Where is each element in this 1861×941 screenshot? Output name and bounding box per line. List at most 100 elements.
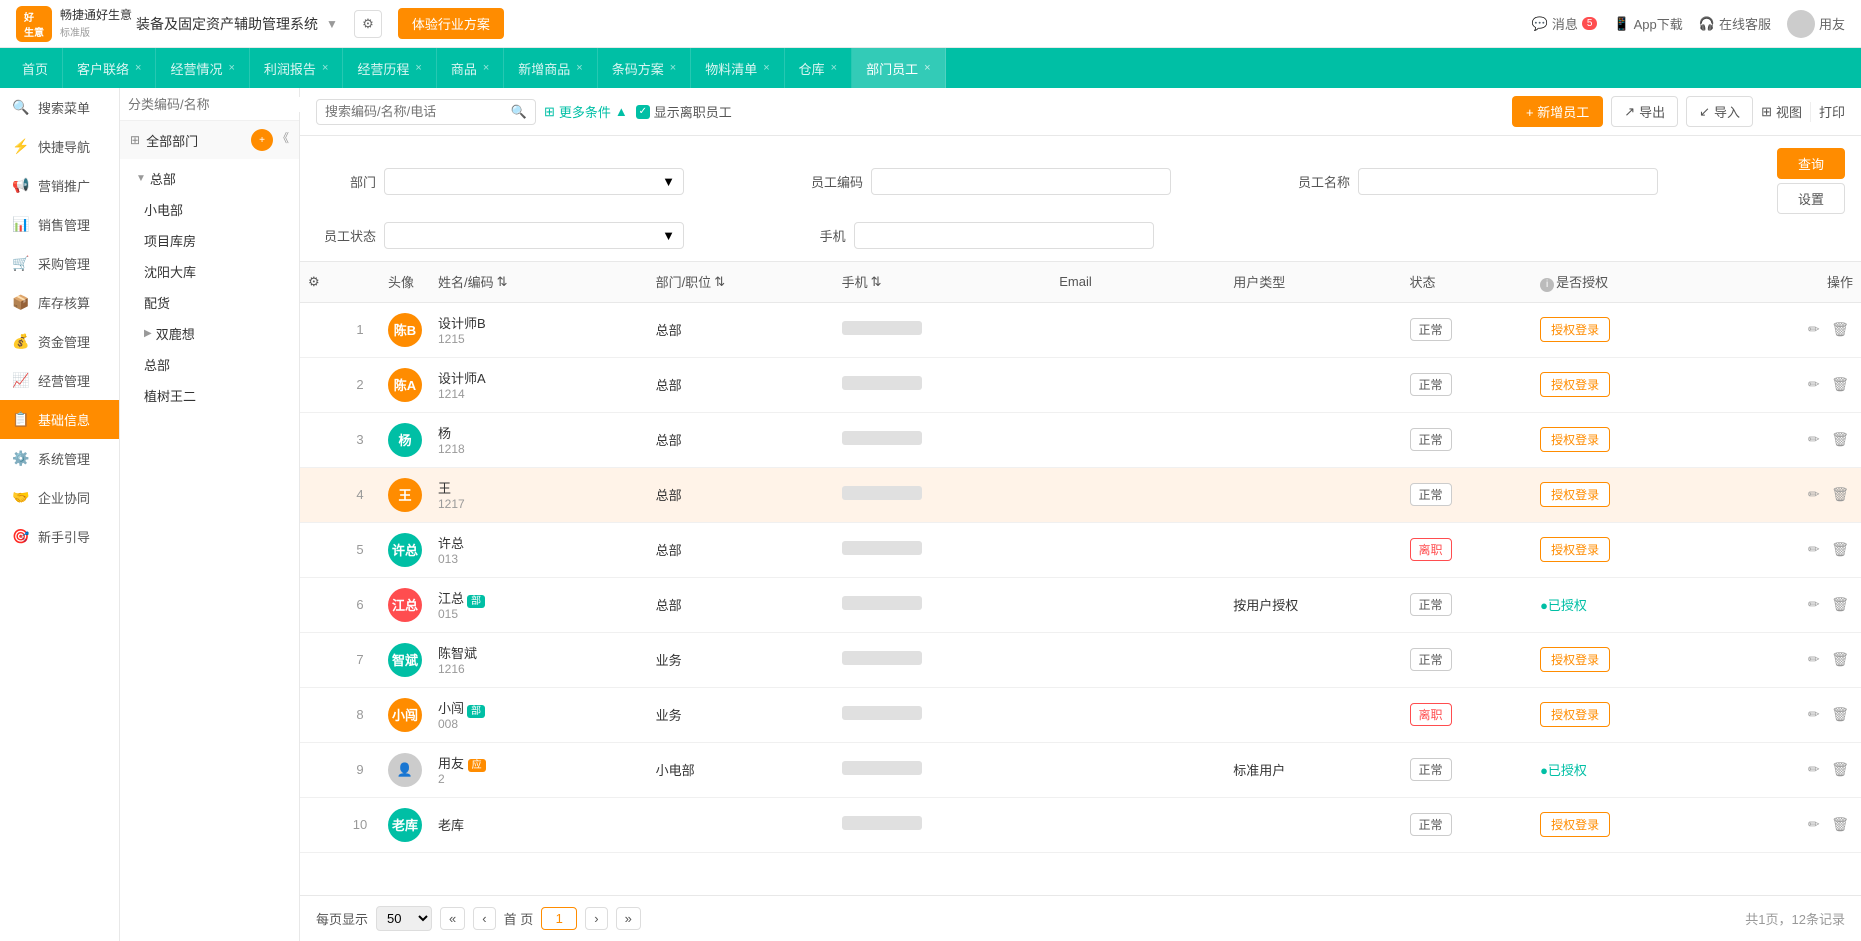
authorize-button[interactable]: 授权登录	[1540, 372, 1610, 397]
sort-icon[interactable]: ⇅	[497, 274, 508, 290]
first-page-btn[interactable]: «	[440, 907, 465, 930]
sort-icon[interactable]: ⇅	[871, 274, 882, 290]
close-icon[interactable]: ×	[135, 62, 141, 74]
authorize-button[interactable]: 授权登录	[1540, 482, 1610, 507]
close-icon[interactable]: ×	[670, 62, 676, 74]
dept-node-project[interactable]: 项目库房	[120, 225, 299, 256]
sidebar-item-marketing[interactable]: 📢 营销推广	[0, 166, 119, 205]
close-icon[interactable]: ×	[763, 62, 769, 74]
sidebar-item-system[interactable]: ⚙️ 系统管理	[0, 439, 119, 478]
close-icon[interactable]: ×	[831, 62, 837, 74]
delete-button[interactable]: 🗑	[1827, 539, 1853, 560]
last-page-btn[interactable]: »	[616, 907, 641, 930]
edit-button[interactable]: ✏	[1804, 814, 1824, 835]
dept-node-hq[interactable]: 总部	[120, 349, 299, 380]
sidebar-item-basic[interactable]: 📋 基础信息	[0, 400, 119, 439]
emp-name-input[interactable]	[1358, 168, 1658, 195]
edit-button[interactable]: ✏	[1804, 704, 1824, 725]
view-button[interactable]: ⊞ 视图	[1761, 102, 1802, 121]
more-conditions-btn[interactable]: ⊞ 更多条件 ▲	[544, 102, 628, 121]
print-button[interactable]: 打印	[1819, 102, 1845, 121]
delete-button[interactable]: 🗑	[1827, 319, 1853, 340]
dept-node-electronics[interactable]: 小电部	[120, 194, 299, 225]
tab-dept-staff[interactable]: 部门员工 ×	[852, 48, 945, 88]
sidebar-item-sales[interactable]: 📊 销售管理	[0, 205, 119, 244]
tab-warehouse[interactable]: 仓库 ×	[785, 48, 852, 88]
current-page-input[interactable]	[541, 907, 577, 930]
delete-button[interactable]: 🗑	[1827, 594, 1853, 615]
sidebar-item-guide[interactable]: 🎯 新手引导	[0, 517, 119, 556]
close-icon[interactable]: ×	[228, 62, 234, 74]
system-dropdown-arrow[interactable]: ▼	[326, 17, 338, 31]
app-download-item[interactable]: 📱 App下载	[1613, 14, 1682, 33]
phone-input[interactable]	[854, 222, 1154, 249]
setting-button[interactable]: 设置	[1777, 183, 1845, 214]
dept-filter-select[interactable]: ▼	[384, 168, 684, 195]
authorize-button[interactable]: 授权登录	[1540, 702, 1610, 727]
edit-button[interactable]: ✏	[1804, 374, 1824, 395]
trial-button[interactable]: 体验行业方案	[398, 8, 504, 39]
add-employee-button[interactable]: + 新增员工	[1512, 96, 1603, 127]
dept-search-input[interactable]	[128, 97, 304, 112]
close-icon[interactable]: ×	[924, 62, 930, 74]
authorize-button[interactable]: 授权登录	[1540, 647, 1610, 672]
edit-button[interactable]: ✏	[1804, 539, 1824, 560]
dept-node-distribution[interactable]: 配货	[120, 287, 299, 318]
dept-collapse-btn[interactable]: 《	[277, 129, 289, 151]
dept-node-zhishu[interactable]: 植树王二	[120, 380, 299, 411]
close-icon[interactable]: ×	[322, 62, 328, 74]
edit-button[interactable]: ✏	[1804, 759, 1824, 780]
close-icon[interactable]: ×	[576, 62, 582, 74]
search-input[interactable]	[325, 104, 511, 119]
emp-status-select[interactable]: ▼	[384, 222, 684, 249]
delete-button[interactable]: 🗑	[1827, 484, 1853, 505]
settings-gear-icon[interactable]: ⚙	[308, 274, 320, 289]
delete-button[interactable]: 🗑	[1827, 759, 1853, 780]
close-icon[interactable]: ×	[483, 62, 489, 74]
close-icon[interactable]: ×	[415, 62, 421, 74]
dept-node-headquarter-parent[interactable]: ▼ 总部	[120, 163, 299, 194]
per-page-select[interactable]: 50 20 100	[376, 906, 432, 931]
delete-button[interactable]: 🗑	[1827, 704, 1853, 725]
tab-profit[interactable]: 利润报告 ×	[250, 48, 343, 88]
authorize-button[interactable]: 授权登录	[1540, 427, 1610, 452]
online-service-item[interactable]: 🎧 在线客服	[1699, 14, 1771, 33]
dept-node-shenyang[interactable]: 沈阳大库	[120, 256, 299, 287]
delete-button[interactable]: 🗑	[1827, 649, 1853, 670]
tab-journey[interactable]: 经营历程 ×	[343, 48, 436, 88]
emp-code-input[interactable]	[871, 168, 1171, 195]
edit-button[interactable]: ✏	[1804, 319, 1824, 340]
delete-button[interactable]: 🗑	[1827, 814, 1853, 835]
tab-add-goods[interactable]: 新增商品 ×	[504, 48, 597, 88]
info-icon[interactable]: i	[1540, 278, 1554, 292]
export-button[interactable]: ↗ 导出	[1611, 96, 1678, 127]
edit-button[interactable]: ✏	[1804, 594, 1824, 615]
tab-barcode[interactable]: 条码方案 ×	[598, 48, 691, 88]
tab-material[interactable]: 物料清单 ×	[691, 48, 784, 88]
sort-icon[interactable]: ⇅	[714, 274, 725, 290]
sidebar-item-inventory[interactable]: 📦 库存核算	[0, 283, 119, 322]
tab-operations[interactable]: 经营情况 ×	[156, 48, 249, 88]
edit-button[interactable]: ✏	[1804, 649, 1824, 670]
edit-button[interactable]: ✏	[1804, 429, 1824, 450]
query-button[interactable]: 查询	[1777, 148, 1845, 179]
search-icon[interactable]: 🔍	[511, 104, 527, 120]
prev-page-btn[interactable]: ‹	[473, 907, 495, 930]
delete-button[interactable]: 🗑	[1827, 374, 1853, 395]
next-page-btn[interactable]: ›	[585, 907, 607, 930]
import-button[interactable]: ↙ 导入	[1686, 96, 1753, 127]
sidebar-item-nav[interactable]: ⚡ 快捷导航	[0, 127, 119, 166]
message-item[interactable]: 💬 消息 5	[1532, 14, 1598, 33]
edit-button[interactable]: ✏	[1804, 484, 1824, 505]
user-item[interactable]: 用友	[1787, 10, 1845, 38]
dept-node-shuangluxiang[interactable]: ▶ 双鹿想	[120, 318, 299, 349]
sidebar-item-purchase[interactable]: 🛒 采购管理	[0, 244, 119, 283]
sidebar-item-finance[interactable]: 💰 资金管理	[0, 322, 119, 361]
sidebar-item-search[interactable]: 🔍 搜索菜单	[0, 88, 119, 127]
authorize-button[interactable]: 授权登录	[1540, 317, 1610, 342]
gear-button[interactable]: ⚙	[354, 10, 382, 38]
dept-add-btn[interactable]: +	[251, 129, 273, 151]
authorize-button[interactable]: 授权登录	[1540, 812, 1610, 837]
sidebar-item-collab[interactable]: 🤝 企业协同	[0, 478, 119, 517]
tab-goods[interactable]: 商品 ×	[437, 48, 504, 88]
